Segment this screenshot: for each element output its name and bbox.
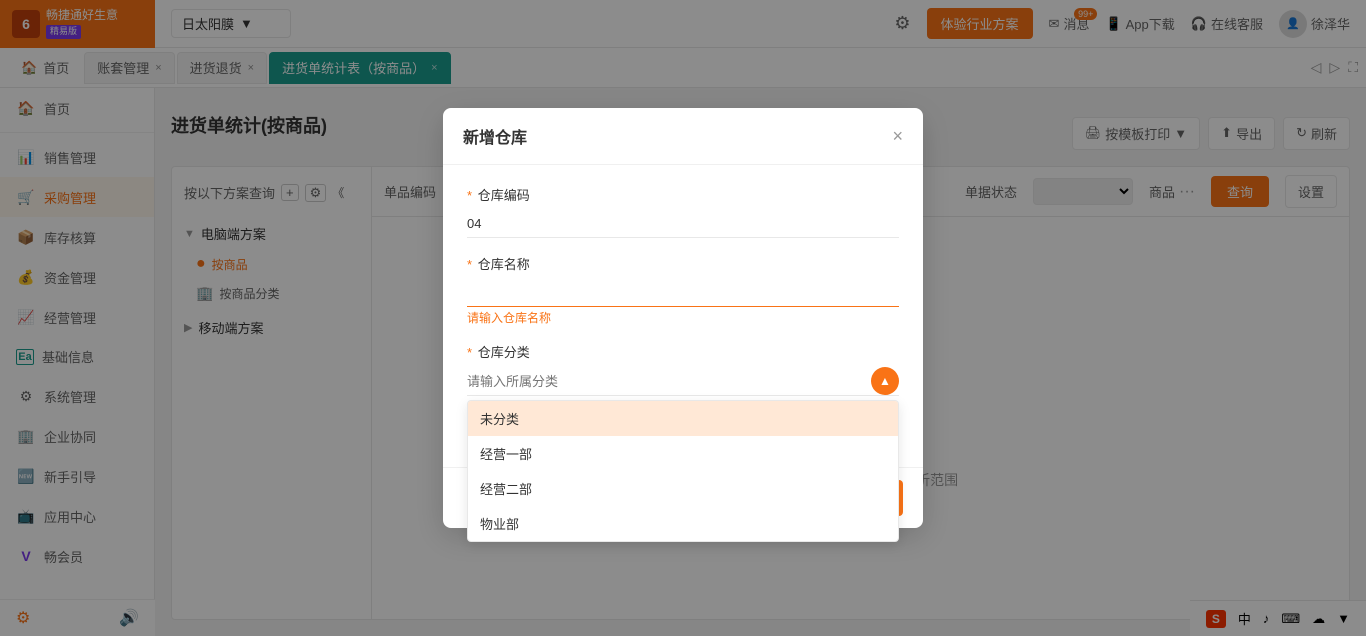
category-input[interactable] bbox=[467, 368, 871, 395]
dropdown-item-uncategorized[interactable]: 未分类 bbox=[468, 401, 898, 436]
dropdown-item-ops1[interactable]: 经营一部 bbox=[468, 436, 898, 471]
dialog-title: 新增仓库 bbox=[463, 124, 527, 148]
warehouse-code-label: * 仓库编码 bbox=[467, 185, 899, 204]
warehouse-name-input[interactable] bbox=[467, 279, 899, 307]
warehouse-code-input[interactable] bbox=[467, 210, 899, 238]
dropdown-item-ops2[interactable]: 经营二部 bbox=[468, 471, 898, 506]
new-warehouse-dialog: 新增仓库 × * 仓库编码 * 仓库名称 请输入仓库名称 * 仓库分类 bbox=[443, 108, 923, 528]
warehouse-name-error: 请输入仓库名称 bbox=[467, 309, 899, 326]
category-dropdown-list: 未分类 经营一部 经营二部 物业部 bbox=[467, 400, 899, 542]
warehouse-name-label: * 仓库名称 bbox=[467, 254, 899, 273]
category-select-wrapper: ▲ bbox=[467, 367, 899, 396]
dialog-close-button[interactable]: × bbox=[892, 127, 903, 145]
warehouse-code-field: * 仓库编码 bbox=[467, 185, 899, 238]
warehouse-category-field: * 仓库分类 ▲ 未分类 经营一部 经营二部 物业部 bbox=[467, 342, 899, 396]
dropdown-item-property[interactable]: 物业部 bbox=[468, 506, 898, 541]
dialog-header: 新增仓库 × bbox=[443, 108, 923, 165]
warehouse-category-label: * 仓库分类 bbox=[467, 342, 899, 361]
dialog-body: * 仓库编码 * 仓库名称 请输入仓库名称 * 仓库分类 ▲ bbox=[443, 165, 923, 467]
warehouse-name-field: * 仓库名称 请输入仓库名称 bbox=[467, 254, 899, 326]
category-dropdown-btn[interactable]: ▲ bbox=[871, 367, 899, 395]
